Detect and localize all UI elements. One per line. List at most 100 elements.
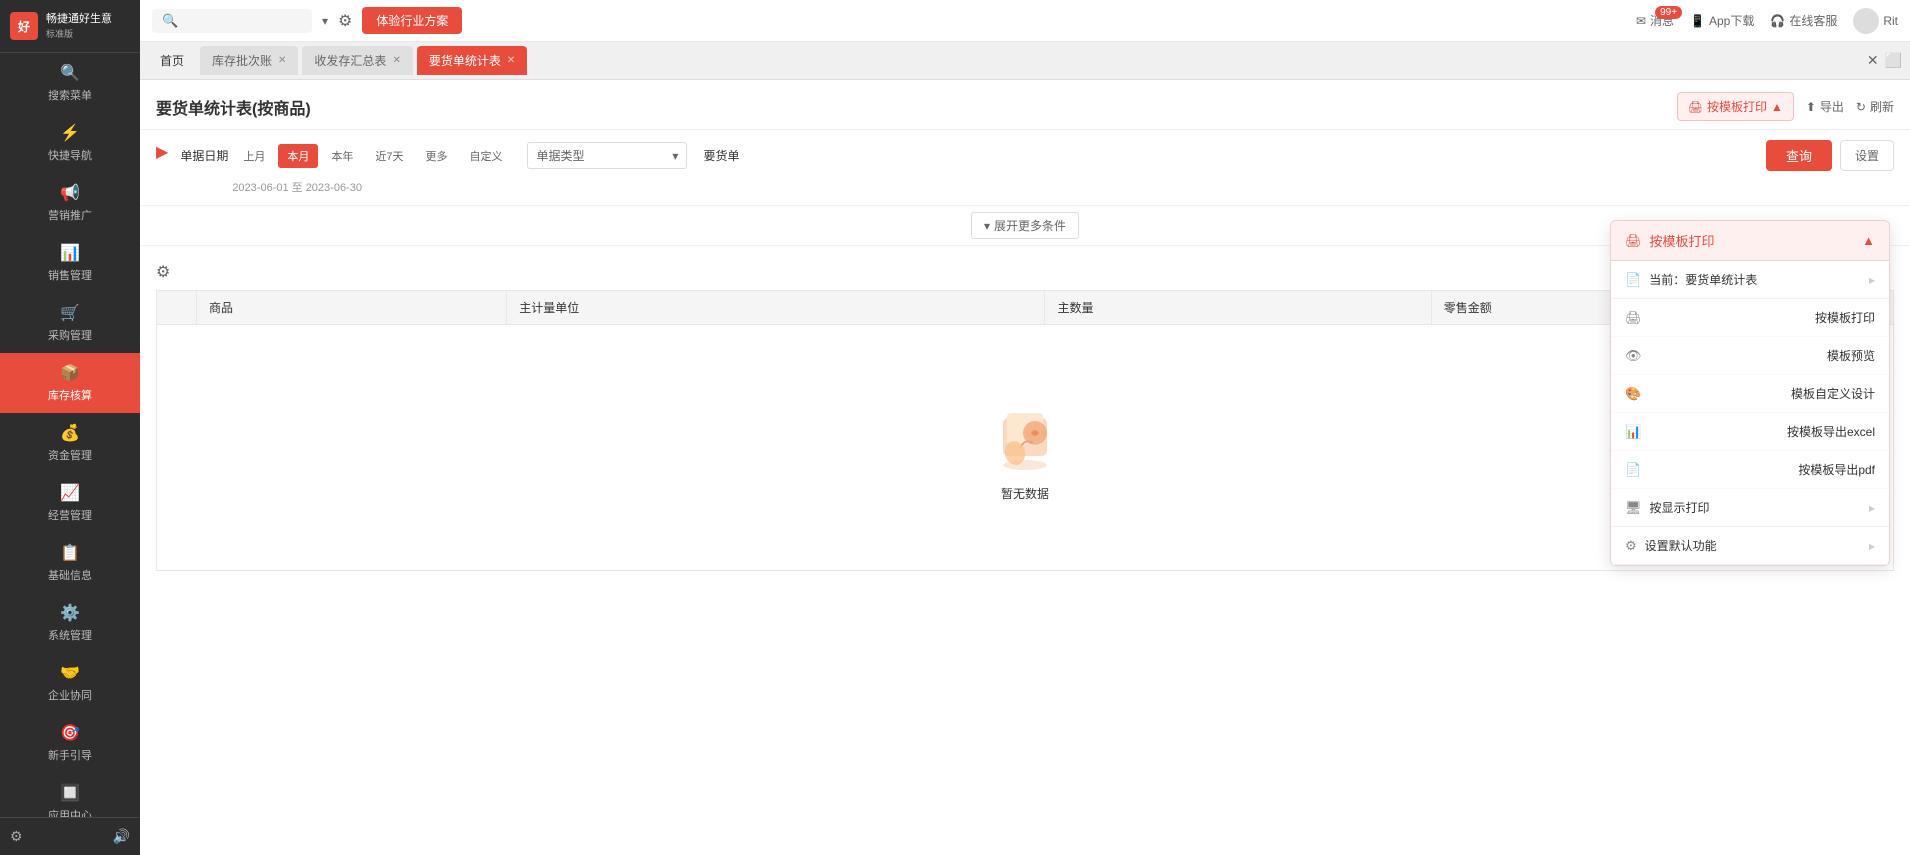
dropdown-print-icon: 🖨 bbox=[1625, 233, 1642, 249]
more-btn[interactable]: 更多 bbox=[416, 144, 456, 168]
display-print-icon: 🖥 bbox=[1625, 500, 1642, 516]
this-month-btn[interactable]: 本月 bbox=[278, 144, 318, 168]
tab-batch-account-close[interactable]: ✕ bbox=[278, 55, 286, 66]
dropdown-title-label: 按模板打印 bbox=[1650, 231, 1715, 250]
sidebar-item-guide[interactable]: 🎯 新手引导 bbox=[0, 713, 140, 773]
system-icon: ⚙️ bbox=[60, 603, 80, 623]
sidebar-item-purchase[interactable]: 🛒 采购管理 bbox=[0, 293, 140, 353]
this-year-btn[interactable]: 本年 bbox=[322, 144, 362, 168]
messages-button[interactable]: ✉ 消息 99+ bbox=[1636, 12, 1674, 29]
sidebar-item-system[interactable]: ⚙️ 系统管理 bbox=[0, 593, 140, 653]
sidebar-item-sales[interactable]: 📊 销售管理 bbox=[0, 233, 140, 293]
close-all-tabs-icon[interactable]: ✕ bbox=[1867, 52, 1879, 69]
export-button[interactable]: ⬆ 导出 bbox=[1806, 98, 1844, 115]
template-preview-icon: 👁 bbox=[1625, 348, 1641, 364]
template-design-icon: 🎨 bbox=[1625, 386, 1641, 402]
dropdown-set-default[interactable]: ⚙ 设置默认功能 ▸ bbox=[1611, 527, 1889, 565]
sidebar-item-basic[interactable]: 📋 基础信息 bbox=[0, 533, 140, 593]
online-service-button[interactable]: 🎧 在线客服 bbox=[1770, 12, 1837, 29]
template-preview-label: 模板预览 bbox=[1827, 347, 1875, 364]
sidebar-item-marketing[interactable]: 📢 营销推广 bbox=[0, 173, 140, 233]
print-label: 按模板打印 bbox=[1707, 98, 1767, 115]
apps-icon: 🔲 bbox=[60, 783, 80, 803]
sidebar-item-label: 基础信息 bbox=[48, 567, 92, 583]
app-name: 畅捷通好生意 bbox=[46, 12, 112, 26]
service-icon: 🎧 bbox=[1770, 14, 1785, 28]
dropdown-item-export-pdf[interactable]: 📄 按模板导出pdf bbox=[1611, 451, 1889, 489]
sidebar-item-apps[interactable]: 🔲 应用中心 bbox=[0, 773, 140, 817]
dropdown-close-icon[interactable]: ▲ bbox=[1862, 233, 1875, 248]
dropdown-item-template-print[interactable]: 🖨 按模板打印 bbox=[1611, 299, 1889, 337]
template-print-label: 按模板打印 bbox=[1815, 309, 1875, 326]
dropdown-display-print[interactable]: 🖥 按显示打印 ▸ bbox=[1611, 489, 1889, 527]
doc-type-filter[interactable]: 单据类型 ▾ bbox=[527, 142, 687, 169]
col-unit: 主计量单位 bbox=[507, 291, 1045, 325]
trial-button[interactable]: 体验行业方案 bbox=[362, 7, 462, 34]
sidebar-item-inventory[interactable]: 📦 库存核算 bbox=[0, 353, 140, 413]
custom-btn[interactable]: 自定义 bbox=[460, 144, 511, 168]
tab-order-stats-close[interactable]: ✕ bbox=[507, 55, 515, 66]
export-icon: ⬆ bbox=[1806, 100, 1816, 114]
tab-receipt-summary[interactable]: 收发存汇总表 ✕ bbox=[302, 46, 412, 75]
print-template-button[interactable]: 🖨 按模板打印 ▲ bbox=[1677, 92, 1794, 121]
tab-batch-account[interactable]: 库存批次账 ✕ bbox=[200, 46, 298, 75]
chevron-right-icon: ▸ bbox=[1869, 273, 1875, 287]
dropdown-header: 🖨 按模板打印 ▲ bbox=[1611, 221, 1889, 261]
main-area: 🔍 ▾ ⚙ 体验行业方案 ✉ 消息 99+ 📱 App下载 🎧 在线客服 bbox=[140, 0, 1910, 855]
maximize-icon[interactable]: ⬜ bbox=[1885, 52, 1902, 69]
refresh-button[interactable]: ↻ 刷新 bbox=[1856, 98, 1894, 115]
dropdown-item-export-excel[interactable]: 📊 按模板导出excel bbox=[1611, 413, 1889, 451]
sidebar-item-finance[interactable]: 💰 资金管理 bbox=[0, 413, 140, 473]
sidebar-item-label: 应用中心 bbox=[48, 807, 92, 817]
table-settings-icon[interactable]: ⚙ bbox=[156, 262, 170, 282]
expand-conditions-btn[interactable]: ▾ 展开更多条件 bbox=[971, 212, 1079, 239]
query-button[interactable]: 查询 bbox=[1766, 140, 1832, 171]
sidebar-item-label: 搜索菜单 bbox=[48, 87, 92, 103]
print-arrow-up-icon: ▲ bbox=[1771, 100, 1783, 114]
app-download-button[interactable]: 📱 App下载 bbox=[1690, 12, 1754, 29]
settings-footer-icon[interactable]: ⚙ bbox=[10, 828, 23, 845]
current-template-inner: 📄 当前：要货单统计表 bbox=[1625, 271, 1757, 288]
sidebar-item-quick-nav[interactable]: ⚡ 快捷导航 bbox=[0, 113, 140, 173]
current-template-label: 当前：要货单统计表 bbox=[1649, 271, 1757, 288]
topbar-dropdown[interactable]: ▾ bbox=[322, 14, 328, 28]
sidebar-logo: 好 畅捷通好生意 标准版 bbox=[0, 0, 140, 53]
date-filter: 单据日期 上月 本月 本年 近7天 更多 自定义 bbox=[180, 144, 511, 168]
export-excel-icon: 📊 bbox=[1625, 424, 1641, 440]
sidebar-item-label: 新手引导 bbox=[48, 747, 92, 763]
topbar-settings-icon[interactable]: ⚙ bbox=[338, 11, 352, 31]
tab-home-label: 首页 bbox=[160, 54, 184, 68]
prev-month-btn[interactable]: 上月 bbox=[234, 144, 274, 168]
refresh-icon: ↻ bbox=[1856, 100, 1866, 114]
dropdown-item-template-preview[interactable]: 👁 模板预览 bbox=[1611, 337, 1889, 375]
settings-button[interactable]: 设置 bbox=[1840, 140, 1894, 171]
app-download-label: App下载 bbox=[1709, 12, 1754, 29]
tab-receipt-summary-close[interactable]: ✕ bbox=[392, 55, 400, 66]
sidebar-item-label: 企业协同 bbox=[48, 687, 92, 703]
tab-home[interactable]: 首页 bbox=[148, 46, 196, 75]
dropdown-item-template-design[interactable]: 🎨 模板自定义设计 bbox=[1611, 375, 1889, 413]
filter-toggle-icon[interactable]: ▶ bbox=[156, 142, 168, 162]
filter-actions: 查询 设置 bbox=[1766, 140, 1894, 171]
tab-order-stats[interactable]: 要货单统计表 ✕ bbox=[417, 46, 527, 75]
7days-btn[interactable]: 近7天 bbox=[366, 144, 412, 168]
sidebar-item-label: 资金管理 bbox=[48, 447, 92, 463]
set-default-inner: ⚙ 设置默认功能 bbox=[1625, 537, 1717, 554]
dropdown-current-template[interactable]: 📄 当前：要货单统计表 ▸ bbox=[1611, 261, 1889, 299]
sidebar-item-search[interactable]: 🔍 搜索菜单 bbox=[0, 53, 140, 113]
sound-footer-icon[interactable]: 🔊 bbox=[113, 828, 130, 845]
search-icon: 🔍 bbox=[162, 13, 178, 29]
top-actions: 🖨 按模板打印 ▲ ⬆ 导出 ↻ 刷新 bbox=[1677, 92, 1894, 121]
page-content: 要货单统计表(按商品) 🖨 按模板打印 ▲ ⬆ 导出 ↻ 刷新 ▶ bbox=[140, 80, 1910, 855]
sidebar-item-operations[interactable]: 📈 经营管理 bbox=[0, 473, 140, 533]
search-icon: 🔍 bbox=[60, 63, 80, 83]
user-avatar[interactable]: Rit bbox=[1853, 8, 1898, 34]
sidebar-item-label: 营销推广 bbox=[48, 207, 92, 223]
dropdown-arrow-icon: ▾ bbox=[322, 14, 328, 28]
search-input[interactable] bbox=[184, 14, 284, 28]
date-buttons: 上月 本月 本年 近7天 更多 自定义 bbox=[234, 144, 511, 168]
topbar: 🔍 ▾ ⚙ 体验行业方案 ✉ 消息 99+ 📱 App下载 🎧 在线客服 bbox=[140, 0, 1910, 42]
topbar-search-box[interactable]: 🔍 bbox=[152, 9, 312, 33]
sidebar-item-cooperation[interactable]: 🤝 企业协同 bbox=[0, 653, 140, 713]
col-goods: 商品 bbox=[197, 291, 507, 325]
